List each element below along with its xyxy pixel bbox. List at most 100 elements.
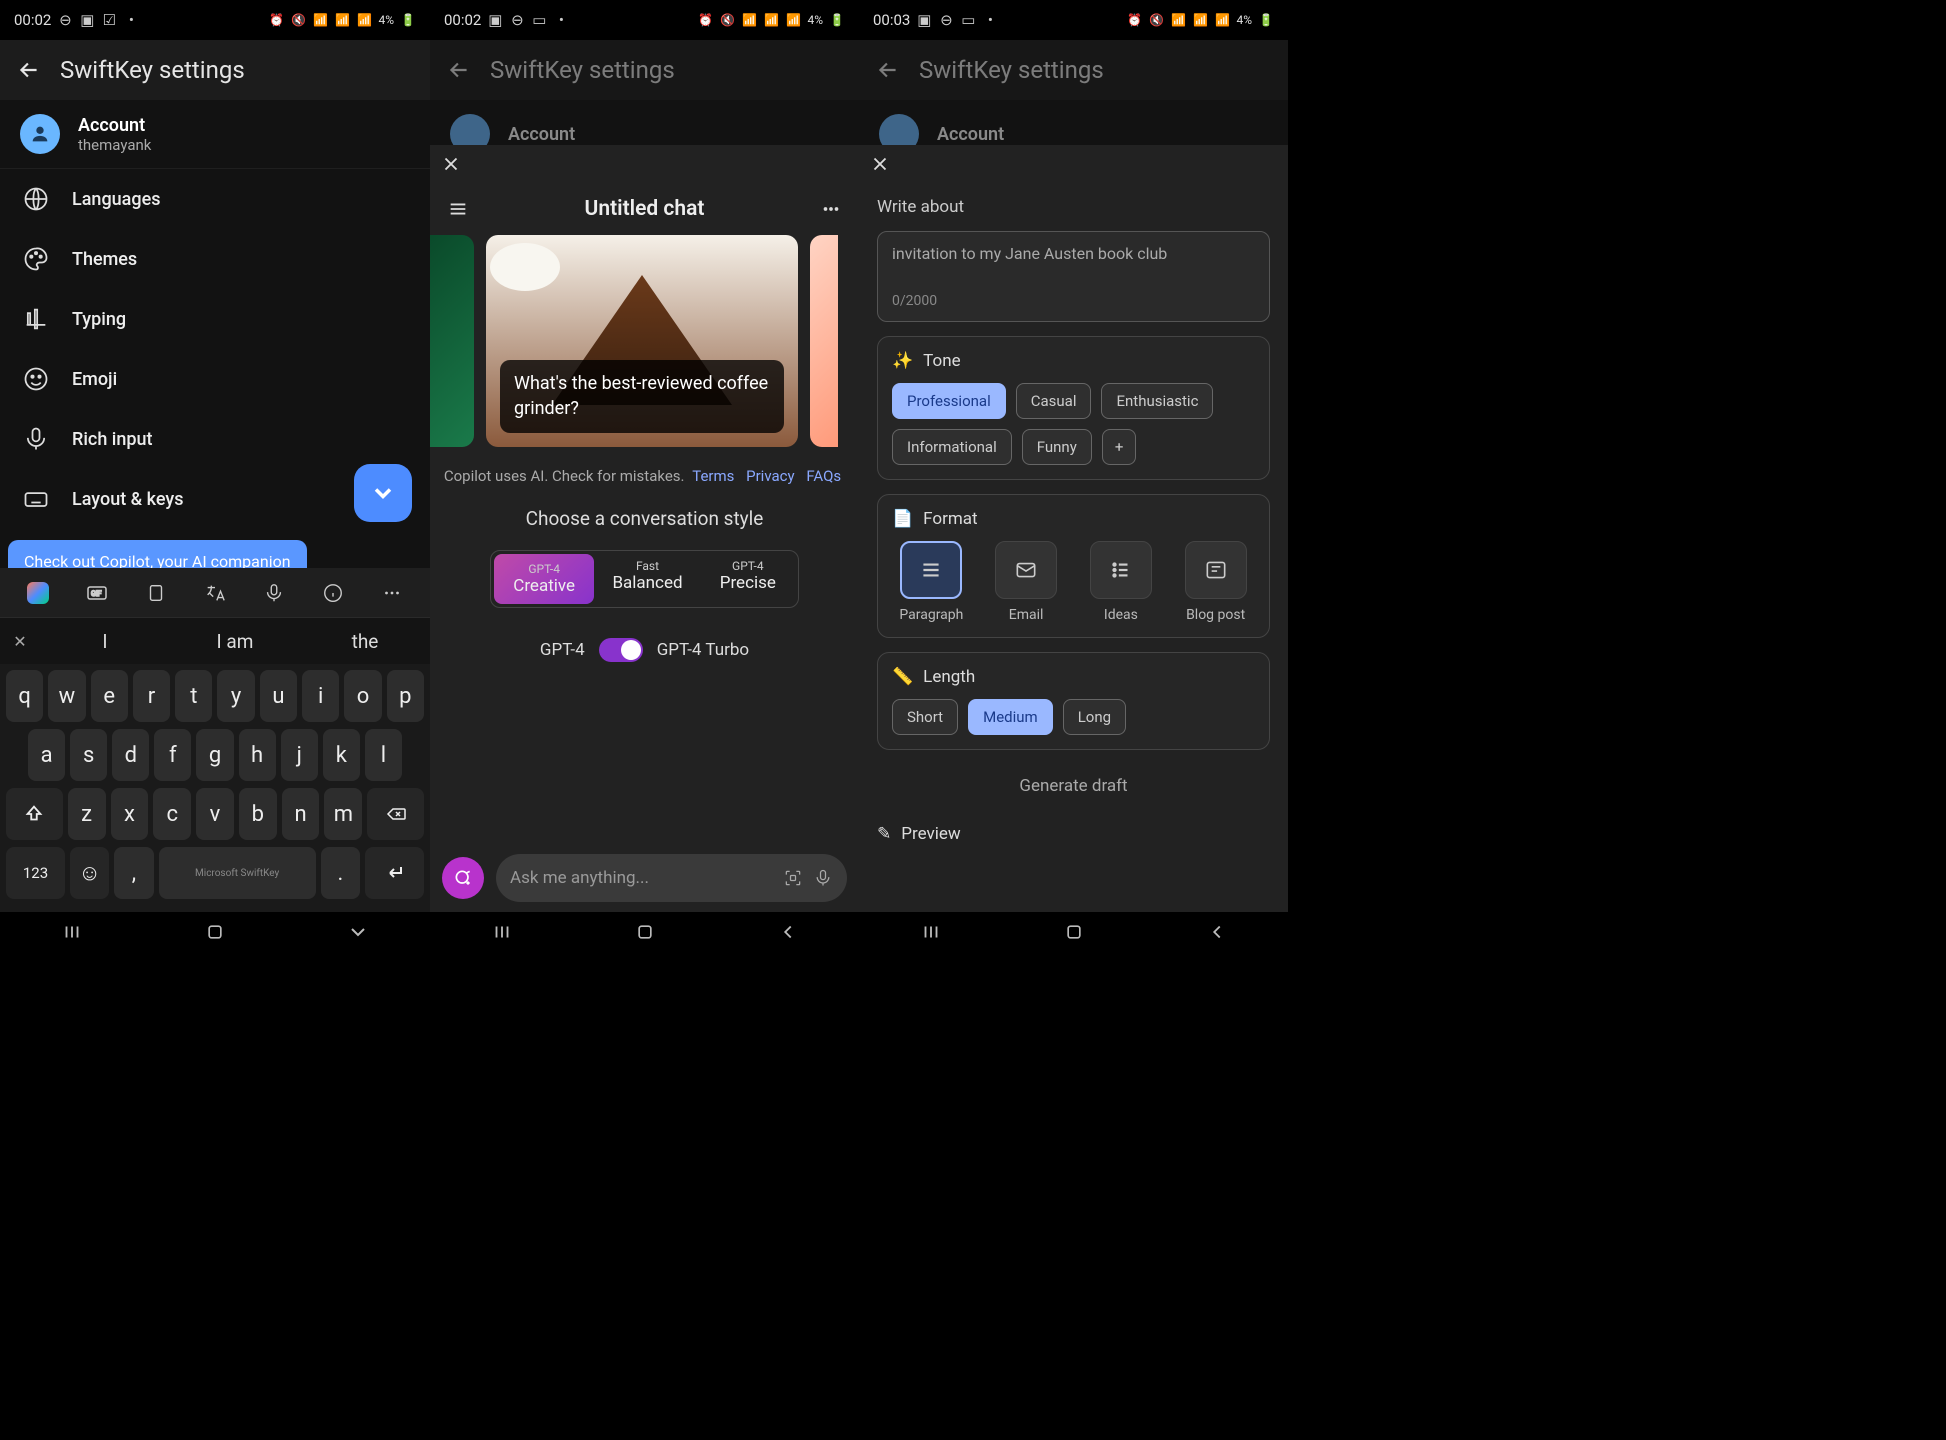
row-languages[interactable]: Languages bbox=[0, 169, 430, 229]
key-s[interactable]: s bbox=[70, 729, 107, 781]
info-button[interactable] bbox=[315, 575, 351, 611]
recents-button[interactable] bbox=[58, 918, 86, 946]
copilot-button[interactable] bbox=[20, 575, 56, 611]
key-c[interactable]: c bbox=[153, 788, 191, 840]
key-i[interactable]: i bbox=[302, 670, 339, 722]
style-balanced[interactable]: FastBalanced bbox=[597, 551, 697, 607]
close-button[interactable] bbox=[430, 145, 859, 183]
recents-button[interactable] bbox=[917, 918, 945, 946]
key-m[interactable]: m bbox=[324, 788, 362, 840]
back-button[interactable] bbox=[1203, 918, 1231, 946]
voice-button[interactable] bbox=[256, 575, 292, 611]
prompt-card-next[interactable] bbox=[810, 235, 838, 447]
key-p[interactable]: p bbox=[387, 670, 424, 722]
style-precise[interactable]: GPT-4Precise bbox=[698, 551, 798, 607]
prompt-card[interactable]: What's the best-reviewed coffee grinder? bbox=[486, 235, 798, 447]
clipboard-button[interactable] bbox=[138, 575, 174, 611]
style-creative[interactable]: GPT-4Creative bbox=[494, 554, 594, 604]
back-icon[interactable] bbox=[446, 57, 472, 83]
key-x[interactable]: x bbox=[111, 788, 149, 840]
prompt-cards[interactable]: What's the best-reviewed coffee grinder? bbox=[430, 235, 859, 447]
row-typing[interactable]: Typing bbox=[0, 289, 430, 349]
tone-professional[interactable]: Professional bbox=[892, 383, 1006, 419]
close-button[interactable] bbox=[859, 145, 1288, 183]
back-button[interactable] bbox=[774, 918, 802, 946]
format-blog[interactable]: Blog post bbox=[1176, 541, 1255, 623]
row-label: Typing bbox=[72, 309, 126, 330]
period-key[interactable]: . bbox=[321, 847, 360, 899]
key-o[interactable]: o bbox=[344, 670, 381, 722]
tone-enthusiastic[interactable]: Enthusiastic bbox=[1101, 383, 1213, 419]
key-e[interactable]: e bbox=[91, 670, 128, 722]
faqs-link[interactable]: FAQs bbox=[806, 467, 841, 485]
comma-key[interactable]: , bbox=[114, 847, 153, 899]
format-option-label: Blog post bbox=[1186, 607, 1245, 623]
privacy-link[interactable]: Privacy bbox=[746, 467, 794, 485]
key-t[interactable]: t bbox=[175, 670, 212, 722]
mic-icon[interactable] bbox=[813, 868, 833, 888]
turbo-toggle[interactable] bbox=[599, 638, 643, 662]
chat-more-button[interactable] bbox=[815, 193, 847, 225]
key-q[interactable]: q bbox=[6, 670, 43, 722]
key-u[interactable]: u bbox=[260, 670, 297, 722]
tone-add[interactable]: + bbox=[1102, 429, 1137, 465]
tone-funny[interactable]: Funny bbox=[1022, 429, 1092, 465]
key-j[interactable]: j bbox=[281, 729, 318, 781]
suggestion-1[interactable]: I bbox=[40, 630, 170, 653]
backspace-key[interactable] bbox=[367, 788, 424, 840]
back-button[interactable] bbox=[344, 918, 372, 946]
new-chat-button[interactable] bbox=[442, 857, 484, 899]
key-n[interactable]: n bbox=[282, 788, 320, 840]
recents-button[interactable] bbox=[488, 918, 516, 946]
prompt-input[interactable]: invitation to my Jane Austen book club 0… bbox=[877, 231, 1270, 322]
back-icon[interactable] bbox=[875, 57, 901, 83]
terms-link[interactable]: Terms bbox=[692, 467, 734, 485]
tone-informational[interactable]: Informational bbox=[892, 429, 1012, 465]
key-z[interactable]: z bbox=[68, 788, 106, 840]
row-richinput[interactable]: Rich input bbox=[0, 409, 430, 469]
key-a[interactable]: a bbox=[28, 729, 65, 781]
suggestion-3[interactable]: the bbox=[300, 630, 430, 653]
space-key[interactable]: Microsoft SwiftKey bbox=[159, 847, 316, 899]
chat-input[interactable]: Ask me anything... bbox=[496, 854, 847, 902]
format-ideas[interactable]: Ideas bbox=[1082, 541, 1161, 623]
row-emoji[interactable]: Emoji bbox=[0, 349, 430, 409]
key-k[interactable]: k bbox=[323, 729, 360, 781]
length-short[interactable]: Short bbox=[892, 699, 958, 735]
enter-key[interactable] bbox=[365, 847, 424, 899]
generate-button[interactable]: Generate draft bbox=[877, 764, 1270, 804]
key-d[interactable]: d bbox=[112, 729, 149, 781]
menu-button[interactable] bbox=[442, 193, 474, 225]
numbers-key[interactable]: 123 bbox=[6, 847, 65, 899]
tone-casual[interactable]: Casual bbox=[1016, 383, 1092, 419]
home-button[interactable] bbox=[631, 918, 659, 946]
key-g[interactable]: g bbox=[196, 729, 233, 781]
scan-icon[interactable] bbox=[783, 868, 803, 888]
format-email[interactable]: Email bbox=[987, 541, 1066, 623]
back-icon[interactable] bbox=[16, 57, 42, 83]
format-paragraph[interactable]: Paragraph bbox=[892, 541, 971, 623]
key-h[interactable]: h bbox=[239, 729, 276, 781]
dismiss-suggestion[interactable]: ✕ bbox=[0, 632, 40, 651]
shift-key[interactable] bbox=[6, 788, 63, 840]
length-long[interactable]: Long bbox=[1063, 699, 1126, 735]
length-medium[interactable]: Medium bbox=[968, 699, 1053, 735]
translate-button[interactable] bbox=[197, 575, 233, 611]
key-w[interactable]: w bbox=[48, 670, 85, 722]
gif-button[interactable]: GIF bbox=[79, 575, 115, 611]
key-b[interactable]: b bbox=[239, 788, 277, 840]
home-button[interactable] bbox=[201, 918, 229, 946]
key-v[interactable]: v bbox=[196, 788, 234, 840]
more-button[interactable] bbox=[374, 575, 410, 611]
home-button[interactable] bbox=[1060, 918, 1088, 946]
key-f[interactable]: f bbox=[154, 729, 191, 781]
emoji-key[interactable]: ☺ bbox=[70, 847, 109, 899]
prompt-card-prev[interactable] bbox=[430, 235, 474, 447]
key-l[interactable]: l bbox=[365, 729, 402, 781]
key-r[interactable]: r bbox=[133, 670, 170, 722]
account-row[interactable]: Account themayank bbox=[0, 100, 430, 169]
suggestion-2[interactable]: I am bbox=[170, 630, 300, 653]
key-y[interactable]: y bbox=[217, 670, 254, 722]
expand-fab[interactable] bbox=[354, 464, 412, 522]
row-themes[interactable]: Themes bbox=[0, 229, 430, 289]
